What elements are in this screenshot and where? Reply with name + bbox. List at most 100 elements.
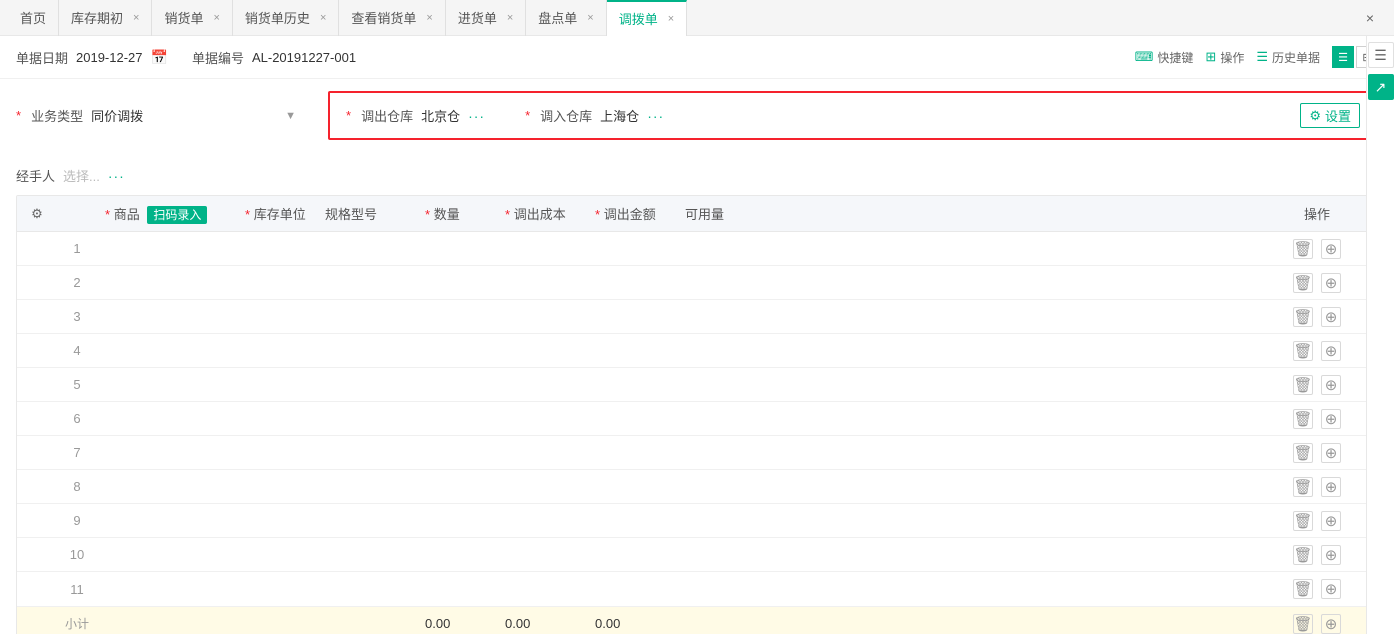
table-row: 1 🗑 ⊕ xyxy=(17,232,1377,266)
copy-icon-9[interactable]: ⊕ xyxy=(1321,511,1341,531)
side-toolbar: ☰ ↗ xyxy=(1366,36,1394,634)
business-type-dropdown-arrow[interactable]: ▼ xyxy=(285,110,296,122)
ops-icon: ⊞ xyxy=(1205,49,1216,65)
th-product: * 商品 扫码录入 xyxy=(97,204,237,223)
tab-close-stocktaking[interactable]: × xyxy=(587,12,593,24)
copy-icon-1[interactable]: ⊕ xyxy=(1321,239,1341,259)
subtotal-delete-icon[interactable]: 🗑 xyxy=(1293,614,1313,634)
history-action[interactable]: ☰ 历史单据 xyxy=(1256,49,1320,66)
warehouse-out-label: 调出仓库 xyxy=(361,106,413,125)
delete-icon-7[interactable]: 🗑 xyxy=(1293,443,1313,463)
calendar-icon[interactable]: 📅 xyxy=(151,49,168,66)
side-btn-list[interactable]: ☰ xyxy=(1368,42,1394,68)
tab-home[interactable]: 首页 xyxy=(8,0,59,36)
delete-icon-6[interactable]: 🗑 xyxy=(1293,409,1313,429)
tab-close-transfer[interactable]: × xyxy=(668,13,674,25)
delete-icon-2[interactable]: 🗑 xyxy=(1293,273,1313,293)
td-ops-1: 🗑 ⊕ xyxy=(1257,239,1377,259)
subtotal-row: 小计 0.00 0.00 0.00 🗑 ⊕ xyxy=(17,606,1377,634)
copy-icon-3[interactable]: ⊕ xyxy=(1321,307,1341,327)
table-row: 3 🗑 ⊕ xyxy=(17,300,1377,334)
tab-inventory-init[interactable]: 库存期初 × xyxy=(59,0,152,36)
warehouse-out-value: 北京仓 xyxy=(421,106,460,125)
person-row: 经手人 选择... ··· xyxy=(0,162,1394,195)
tab-close-view-sales[interactable]: × xyxy=(426,12,432,24)
td-ops-7: 🗑 ⊕ xyxy=(1257,443,1377,463)
person-more[interactable]: ··· xyxy=(108,168,125,184)
th-unit: * 库存单位 xyxy=(237,204,317,223)
form-body: * 业务类型 同价调拨 ▼ * 调出仓库 北京仓 ··· * xyxy=(0,79,1394,162)
td-ops-8: 🗑 ⊕ xyxy=(1257,477,1377,497)
warehouse-out-field: * 调出仓库 北京仓 ··· xyxy=(346,106,485,125)
delete-icon-3[interactable]: 🗑 xyxy=(1293,307,1313,327)
tab-sales-order[interactable]: 销货单 × xyxy=(152,0,232,36)
subtotal-qty: 0.00 xyxy=(417,616,497,631)
delete-icon-1[interactable]: 🗑 xyxy=(1293,239,1313,259)
delete-icon-9[interactable]: 🗑 xyxy=(1293,511,1313,531)
tab-stocktaking[interactable]: 盘点单 × xyxy=(526,0,606,36)
warehouse-in-more[interactable]: ··· xyxy=(647,108,664,124)
person-label: 经手人 xyxy=(16,166,55,185)
delete-icon-11[interactable]: 🗑 xyxy=(1293,579,1313,599)
copy-icon-4[interactable]: ⊕ xyxy=(1321,341,1341,361)
tab-purchase[interactable]: 进货单 × xyxy=(446,0,526,36)
td-rownum-5: 5 xyxy=(57,377,97,392)
copy-icon-7[interactable]: ⊕ xyxy=(1321,443,1341,463)
tab-transfer[interactable]: 调拨单 × xyxy=(607,0,687,36)
warehouse-in-label: 调入仓库 xyxy=(540,106,592,125)
table-settings-icon[interactable]: ⚙ xyxy=(17,206,57,222)
tab-bar-right: × xyxy=(1354,0,1386,36)
td-rownum-9: 9 xyxy=(57,513,97,528)
copy-icon-11[interactable]: ⊕ xyxy=(1321,579,1341,599)
tab-close-inventory-init[interactable]: × xyxy=(133,12,139,24)
table-row: 4 🗑 ⊕ xyxy=(17,334,1377,368)
copy-icon-6[interactable]: ⊕ xyxy=(1321,409,1341,429)
delete-icon-8[interactable]: 🗑 xyxy=(1293,477,1313,497)
delete-icon-4[interactable]: 🗑 xyxy=(1293,341,1313,361)
copy-icon-8[interactable]: ⊕ xyxy=(1321,477,1341,497)
tab-sales-history[interactable]: 销货单历史 × xyxy=(233,0,339,36)
copy-icon-5[interactable]: ⊕ xyxy=(1321,375,1341,395)
tab-close-sales-order[interactable]: × xyxy=(213,12,219,24)
order-label: 单据编号 xyxy=(192,48,244,67)
table-row: 9 🗑 ⊕ xyxy=(17,504,1377,538)
tab-view-sales[interactable]: 查看销货单 × xyxy=(339,0,445,36)
table-row: 11 🗑 ⊕ xyxy=(17,572,1377,606)
ops-action[interactable]: ⊞ 操作 xyxy=(1205,49,1244,66)
table-row: 2 🗑 ⊕ xyxy=(17,266,1377,300)
settings-button[interactable]: ⚙ 设置 xyxy=(1300,103,1360,128)
warehouse-out-more[interactable]: ··· xyxy=(468,108,485,124)
date-value: 2019-12-27 xyxy=(76,50,143,65)
th-product-label: 商品 xyxy=(114,207,140,222)
scan-button[interactable]: 扫码录入 xyxy=(147,206,207,224)
th-spec: 规格型号 xyxy=(317,204,417,223)
copy-icon-2[interactable]: ⊕ xyxy=(1321,273,1341,293)
tab-close-purchase[interactable]: × xyxy=(507,12,513,24)
table-row: 7 🗑 ⊕ xyxy=(17,436,1377,470)
td-rownum-1: 1 xyxy=(57,241,97,256)
tab-bar: 首页 库存期初 × 销货单 × 销货单历史 × 查看销货单 × 进货单 × 盘点… xyxy=(0,0,1394,36)
td-rownum-10: 10 xyxy=(57,547,97,562)
warehouse-in-value: 上海仓 xyxy=(600,106,639,125)
window-close-button[interactable]: × xyxy=(1354,0,1386,36)
shortcut-icon: ⌨ xyxy=(1135,49,1154,65)
subtotal-copy-icon[interactable]: ⊕ xyxy=(1321,614,1341,634)
business-type-value: 同价调拨 xyxy=(91,106,143,125)
td-ops-5: 🗑 ⊕ xyxy=(1257,375,1377,395)
td-rownum-6: 6 xyxy=(57,411,97,426)
td-rownum-2: 2 xyxy=(57,275,97,290)
form-header: 单据日期 2019-12-27 📅 单据编号 AL-20191227-001 ⌨… xyxy=(0,36,1394,79)
content-area: 单据日期 2019-12-27 📅 单据编号 AL-20191227-001 ⌨… xyxy=(0,36,1394,634)
business-type-input[interactable]: 同价调拨 xyxy=(91,106,277,125)
shortcut-action[interactable]: ⌨ 快捷键 xyxy=(1135,49,1194,66)
th-available: 可用量 xyxy=(677,204,767,223)
person-input[interactable]: 选择... xyxy=(63,166,100,185)
delete-icon-10[interactable]: 🗑 xyxy=(1293,545,1313,565)
business-row: * 业务类型 同价调拨 ▼ * 调出仓库 北京仓 ··· * xyxy=(16,91,1378,140)
layout-btn-list[interactable]: ☰ xyxy=(1332,46,1354,68)
delete-icon-5[interactable]: 🗑 xyxy=(1293,375,1313,395)
tab-close-sales-history[interactable]: × xyxy=(320,12,326,24)
copy-icon-10[interactable]: ⊕ xyxy=(1321,545,1341,565)
side-btn-export[interactable]: ↗ xyxy=(1368,74,1394,100)
td-rownum-8: 8 xyxy=(57,479,97,494)
